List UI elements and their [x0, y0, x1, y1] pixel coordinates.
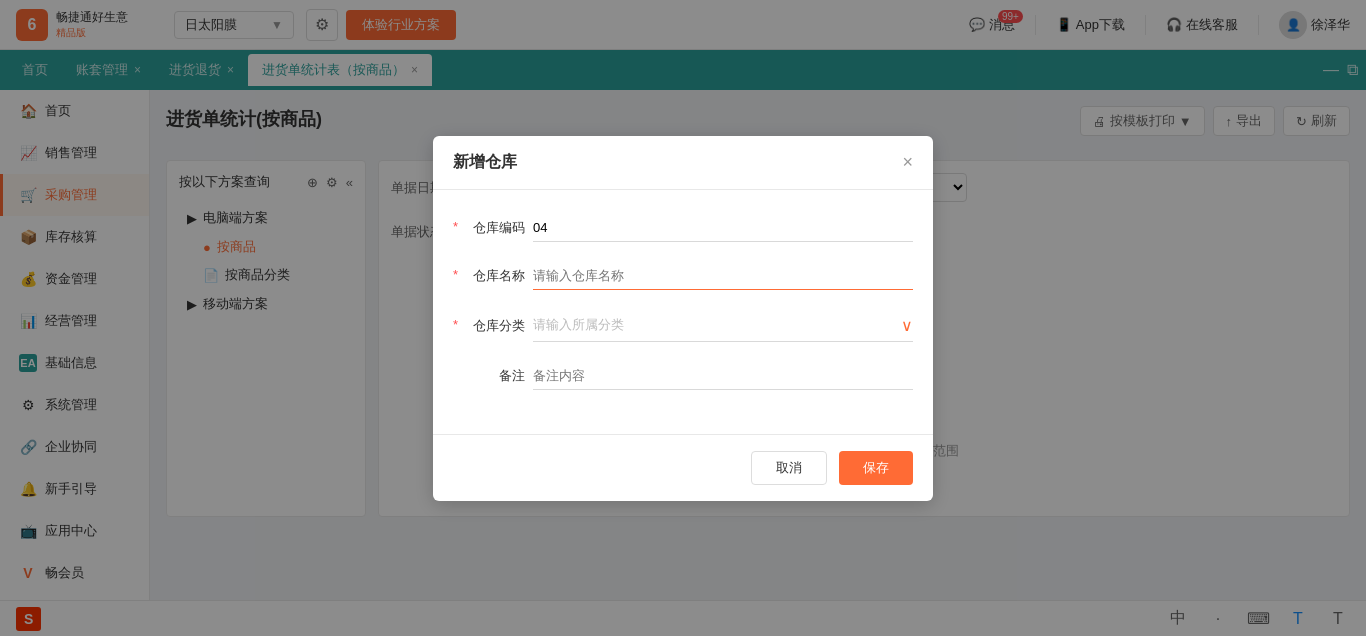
category-label: 仓库分类: [453, 317, 533, 335]
remark-input[interactable]: [533, 362, 913, 390]
modal-title: 新增仓库: [453, 152, 517, 173]
category-form-row: 仓库分类 请输入所属分类 ∨: [453, 310, 913, 342]
modal-header: 新增仓库 ×: [433, 136, 933, 190]
save-button[interactable]: 保存: [839, 451, 913, 485]
modal-footer: 取消 保存: [433, 434, 933, 501]
code-input[interactable]: [533, 214, 913, 242]
remark-label: 备注: [453, 367, 533, 385]
modal-overlay[interactable]: 新增仓库 × 仓库编码 仓库名称 仓库分类 请输入所属分类 ∨ 备注: [0, 0, 1366, 636]
name-label: 仓库名称: [453, 267, 533, 285]
code-label: 仓库编码: [453, 219, 533, 237]
name-input[interactable]: [533, 262, 913, 290]
name-form-row: 仓库名称: [453, 262, 913, 290]
dropdown-arrow-icon: ∨: [901, 316, 913, 335]
category-select[interactable]: 请输入所属分类 ∨: [533, 310, 913, 342]
modal-close-button[interactable]: ×: [902, 153, 913, 171]
cancel-button[interactable]: 取消: [751, 451, 827, 485]
new-warehouse-modal: 新增仓库 × 仓库编码 仓库名称 仓库分类 请输入所属分类 ∨ 备注: [433, 136, 933, 501]
code-form-row: 仓库编码: [453, 214, 913, 242]
modal-body: 仓库编码 仓库名称 仓库分类 请输入所属分类 ∨ 备注: [433, 190, 933, 434]
remark-form-row: 备注: [453, 362, 913, 390]
